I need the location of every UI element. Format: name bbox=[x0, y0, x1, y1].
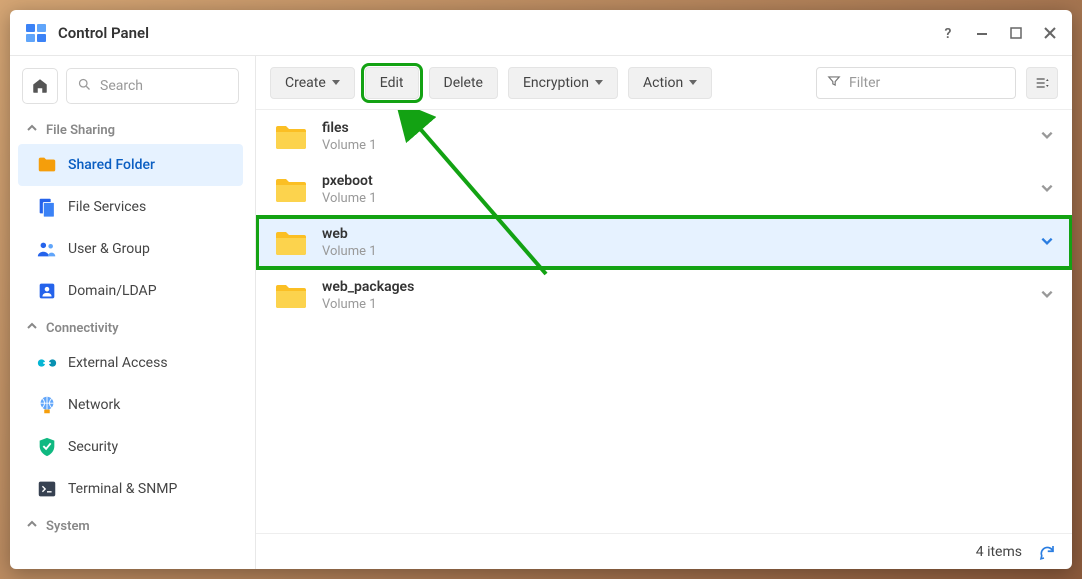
folder-row[interactable]: pxeboot Volume 1 bbox=[256, 163, 1072, 216]
chevron-down-icon bbox=[595, 80, 603, 85]
window-controls: ? bbox=[940, 25, 1058, 41]
sidebar-item-label: Terminal & SNMP bbox=[68, 481, 229, 497]
sidebar-item-security[interactable]: Security bbox=[18, 426, 243, 468]
sidebar-section-system[interactable]: System bbox=[10, 510, 251, 540]
delete-button[interactable]: Delete bbox=[429, 67, 498, 99]
sidebar-section-file-sharing[interactable]: File Sharing bbox=[10, 114, 251, 144]
chevron-up-icon bbox=[26, 518, 38, 534]
folder-name: pxeboot bbox=[322, 173, 1026, 189]
folder-icon bbox=[274, 282, 308, 310]
sidebar-item-label: Domain/LDAP bbox=[68, 283, 229, 299]
search-box[interactable] bbox=[66, 68, 239, 104]
file-services-icon bbox=[36, 196, 58, 218]
sidebar-section-connectivity[interactable]: Connectivity bbox=[10, 312, 251, 342]
button-label: Delete bbox=[444, 75, 483, 91]
sidebar-item-shared-folder[interactable]: Shared Folder bbox=[18, 144, 243, 186]
chevron-down-icon bbox=[689, 80, 697, 85]
sidebar-item-label: Network bbox=[68, 397, 229, 413]
search-input[interactable] bbox=[100, 78, 228, 94]
item-count: 4 items bbox=[976, 544, 1022, 560]
window-title: Control Panel bbox=[58, 24, 940, 42]
folder-row[interactable]: files Volume 1 bbox=[256, 110, 1072, 163]
filter-input[interactable] bbox=[849, 75, 1005, 91]
shared-folder-icon bbox=[36, 154, 58, 176]
button-label: Edit bbox=[380, 75, 404, 91]
sidebar-item-user-group[interactable]: User & Group bbox=[18, 228, 243, 270]
folder-volume: Volume 1 bbox=[322, 244, 1026, 259]
main-panel: Create Edit Delete Encryption Action bbox=[256, 56, 1072, 569]
list-settings-button[interactable] bbox=[1026, 67, 1058, 99]
folder-volume: Volume 1 bbox=[322, 297, 1026, 312]
terminal-icon bbox=[36, 478, 58, 500]
app-icon bbox=[24, 21, 48, 45]
folder-volume: Volume 1 bbox=[322, 191, 1026, 206]
folder-name: web_packages bbox=[322, 279, 1026, 295]
external-access-icon bbox=[36, 352, 58, 374]
control-panel-window: Control Panel ? File Sharing bbox=[10, 10, 1072, 569]
folder-icon bbox=[274, 123, 308, 151]
domain-ldap-icon bbox=[36, 280, 58, 302]
sidebar-item-label: File Services bbox=[68, 199, 229, 215]
toolbar: Create Edit Delete Encryption Action bbox=[256, 56, 1072, 110]
sidebar-item-label: User & Group bbox=[68, 241, 229, 257]
chevron-up-icon bbox=[26, 320, 38, 336]
statusbar: 4 items bbox=[256, 533, 1072, 569]
minimize-button[interactable] bbox=[974, 25, 990, 41]
folder-row[interactable]: web Volume 1 bbox=[256, 216, 1072, 269]
encryption-button[interactable]: Encryption bbox=[508, 67, 618, 99]
chevron-down-icon[interactable] bbox=[1040, 233, 1054, 252]
section-label: System bbox=[46, 519, 90, 534]
folder-volume: Volume 1 bbox=[322, 138, 1026, 153]
search-icon bbox=[77, 77, 92, 96]
maximize-button[interactable] bbox=[1008, 25, 1024, 41]
filter-icon bbox=[827, 73, 841, 92]
sidebar-item-terminal-snmp[interactable]: Terminal & SNMP bbox=[18, 468, 243, 510]
svg-text:?: ? bbox=[945, 26, 952, 41]
folder-name: web bbox=[322, 226, 1026, 242]
folder-icon bbox=[274, 229, 308, 257]
action-button[interactable]: Action bbox=[628, 67, 712, 99]
sidebar-item-domain-ldap[interactable]: Domain/LDAP bbox=[18, 270, 243, 312]
help-button[interactable]: ? bbox=[940, 25, 956, 41]
folder-icon bbox=[274, 176, 308, 204]
chevron-down-icon[interactable] bbox=[1040, 286, 1054, 305]
sidebar-item-external-access[interactable]: External Access bbox=[18, 342, 243, 384]
network-icon bbox=[36, 394, 58, 416]
close-button[interactable] bbox=[1042, 25, 1058, 41]
sidebar-item-label: External Access bbox=[68, 355, 229, 371]
edit-button[interactable]: Edit bbox=[365, 67, 419, 99]
refresh-button[interactable] bbox=[1038, 543, 1056, 561]
folder-list: files Volume 1 pxeboot Volume 1 bbox=[256, 110, 1072, 533]
folder-name: files bbox=[322, 120, 1026, 136]
button-label: Encryption bbox=[523, 75, 589, 91]
home-button[interactable] bbox=[22, 68, 58, 104]
chevron-down-icon[interactable] bbox=[1040, 127, 1054, 146]
button-label: Create bbox=[285, 75, 326, 91]
sidebar: File Sharing Shared Folder File Services… bbox=[10, 56, 256, 569]
sidebar-item-label: Shared Folder bbox=[68, 157, 229, 173]
section-label: Connectivity bbox=[46, 321, 119, 336]
chevron-up-icon bbox=[26, 122, 38, 138]
sidebar-item-label: Security bbox=[68, 439, 229, 455]
folder-row[interactable]: web_packages Volume 1 bbox=[256, 269, 1072, 322]
section-label: File Sharing bbox=[46, 123, 115, 138]
shield-icon bbox=[36, 436, 58, 458]
filter-box[interactable] bbox=[816, 67, 1016, 99]
sidebar-item-network[interactable]: Network bbox=[18, 384, 243, 426]
chevron-down-icon[interactable] bbox=[1040, 180, 1054, 199]
sidebar-item-file-services[interactable]: File Services bbox=[18, 186, 243, 228]
titlebar: Control Panel ? bbox=[10, 10, 1072, 56]
create-button[interactable]: Create bbox=[270, 67, 355, 99]
user-group-icon bbox=[36, 238, 58, 260]
chevron-down-icon bbox=[332, 80, 340, 85]
button-label: Action bbox=[643, 75, 683, 91]
